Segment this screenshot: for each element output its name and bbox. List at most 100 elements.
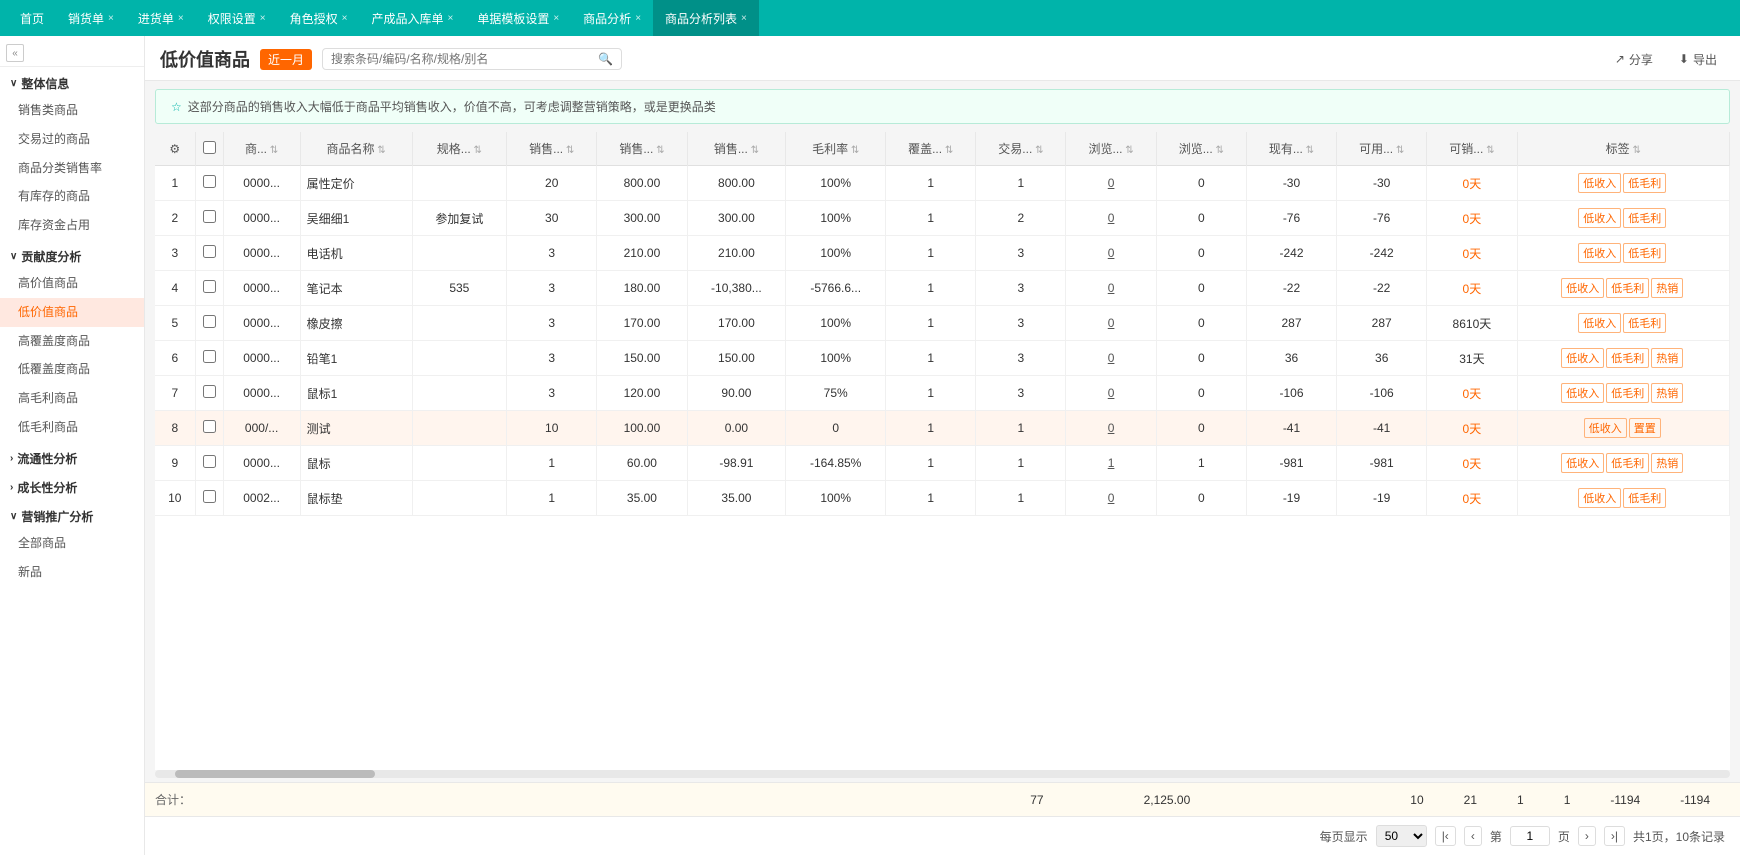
row-checkbox[interactable] xyxy=(203,280,216,293)
col-tags[interactable]: 标签 ⇅ xyxy=(1517,132,1730,166)
sort-icon-profit_rate[interactable]: ⇅ xyxy=(848,145,859,156)
sidebar-item-高覆盖度商品[interactable]: 高覆盖度商品 xyxy=(0,327,144,356)
next-page-btn[interactable]: › xyxy=(1578,826,1596,846)
browse-link[interactable]: 0 xyxy=(1108,386,1115,400)
sort-icon-coverage[interactable]: ⇅ xyxy=(942,145,953,156)
row-checkbox[interactable] xyxy=(203,455,216,468)
nav-close-icon[interactable]: × xyxy=(553,13,559,24)
col-sale_qty[interactable]: 销售... ⇅ xyxy=(507,132,597,166)
col-saleable[interactable]: 可销... ⇅ xyxy=(1427,132,1517,166)
col-trade[interactable]: 交易... ⇅ xyxy=(976,132,1066,166)
page-input[interactable] xyxy=(1510,826,1550,846)
footer-scroll-thumb[interactable] xyxy=(175,770,375,778)
sidebar-group-贡献度分析[interactable]: ∨贡献度分析 xyxy=(0,240,144,269)
browse-link[interactable]: 1 xyxy=(1108,456,1115,470)
col-profit_rate[interactable]: 毛利率 ⇅ xyxy=(786,132,886,166)
sort-icon-browse1[interactable]: ⇅ xyxy=(1123,145,1134,156)
nav-close-icon[interactable]: × xyxy=(741,13,747,24)
sort-icon-code[interactable]: ⇅ xyxy=(267,145,278,156)
nav-item-进货单[interactable]: 进货单 × xyxy=(126,0,196,36)
row-checkbox[interactable] xyxy=(203,490,216,503)
nav-close-icon[interactable]: × xyxy=(635,13,641,24)
per-page-select[interactable]: 50 100 xyxy=(1376,825,1427,847)
col-coverage[interactable]: 覆盖... ⇅ xyxy=(886,132,976,166)
sidebar-item-新品[interactable]: 新品 xyxy=(0,558,144,587)
sort-icon-tags[interactable]: ⇅ xyxy=(1630,145,1641,156)
browse-link[interactable]: 0 xyxy=(1108,421,1115,435)
sidebar-group-营销推广分析[interactable]: ∨营销推广分析 xyxy=(0,500,144,529)
row-checkbox[interactable] xyxy=(203,350,216,363)
search-input[interactable] xyxy=(331,52,594,66)
share-btn[interactable]: ↗ 分享 xyxy=(1607,47,1661,72)
row-checkbox[interactable] xyxy=(203,420,216,433)
nav-item-单据模板设置[interactable]: 单据模板设置 × xyxy=(465,0,571,36)
sidebar-item-低毛利商品[interactable]: 低毛利商品 xyxy=(0,413,144,442)
browse-link[interactable]: 0 xyxy=(1108,281,1115,295)
row-checkbox[interactable] xyxy=(203,245,216,258)
col-settings[interactable]: ⚙ xyxy=(155,132,195,166)
col-spec[interactable]: 规格... ⇅ xyxy=(412,132,507,166)
col-available[interactable]: 可用... ⇅ xyxy=(1337,132,1427,166)
sort-icon-available[interactable]: ⇅ xyxy=(1393,145,1404,156)
col-sale_amt[interactable]: 销售... ⇅ xyxy=(597,132,687,166)
first-page-btn[interactable]: |‹ xyxy=(1435,826,1456,846)
nav-close-icon[interactable]: × xyxy=(108,13,114,24)
col-sale_cost[interactable]: 销售... ⇅ xyxy=(687,132,786,166)
sort-icon-saleable[interactable]: ⇅ xyxy=(1483,145,1494,156)
nav-item-产成品入库单[interactable]: 产成品入库单 × xyxy=(359,0,465,36)
sort-icon-sale_amt[interactable]: ⇅ xyxy=(653,145,664,156)
browse-link[interactable]: 0 xyxy=(1108,211,1115,225)
search-box[interactable]: 🔍 xyxy=(322,48,622,70)
nav-item-商品分析列表[interactable]: 商品分析列表 × xyxy=(653,0,759,36)
browse-link[interactable]: 0 xyxy=(1108,316,1115,330)
sidebar-item-有库存的商品[interactable]: 有库存的商品 xyxy=(0,182,144,211)
sort-icon-current[interactable]: ⇅ xyxy=(1303,145,1314,156)
sidebar-item-低覆盖度商品[interactable]: 低覆盖度商品 xyxy=(0,355,144,384)
sort-icon-browse2[interactable]: ⇅ xyxy=(1213,145,1224,156)
sidebar-collapse-btn[interactable]: « xyxy=(6,44,24,62)
sort-icon-sale_cost[interactable]: ⇅ xyxy=(748,145,759,156)
filter-btn[interactable]: 近一月 xyxy=(260,49,312,70)
nav-close-icon[interactable]: × xyxy=(178,13,184,24)
sort-icon-sale_qty[interactable]: ⇅ xyxy=(563,145,574,156)
row-checkbox[interactable] xyxy=(203,315,216,328)
browse-link[interactable]: 0 xyxy=(1108,491,1115,505)
sort-icon-name[interactable]: ⇅ xyxy=(375,145,386,156)
nav-item-销货单[interactable]: 销货单 × xyxy=(56,0,126,36)
sidebar-item-高毛利商品[interactable]: 高毛利商品 xyxy=(0,384,144,413)
sidebar-item-低价值商品[interactable]: 低价值商品 xyxy=(0,298,144,327)
sort-icon-spec[interactable]: ⇅ xyxy=(471,145,482,156)
nav-item-商品分析[interactable]: 商品分析 × xyxy=(571,0,653,36)
col-browse1[interactable]: 浏览... ⇅ xyxy=(1066,132,1156,166)
nav-close-icon[interactable]: × xyxy=(260,13,266,24)
browse-link[interactable]: 0 xyxy=(1108,351,1115,365)
search-icon[interactable]: 🔍 xyxy=(598,52,613,66)
sidebar-item-高价值商品[interactable]: 高价值商品 xyxy=(0,269,144,298)
row-checkbox[interactable] xyxy=(203,175,216,188)
col-browse2[interactable]: 浏览... ⇅ xyxy=(1156,132,1246,166)
nav-close-icon[interactable]: × xyxy=(342,13,348,24)
sidebar-group-流通性分析[interactable]: ›流通性分析 xyxy=(0,442,144,471)
nav-close-icon[interactable]: × xyxy=(447,13,453,24)
row-checkbox[interactable] xyxy=(203,385,216,398)
footer-scroll[interactable] xyxy=(155,770,1730,778)
col-code[interactable]: 商... ⇅ xyxy=(223,132,300,166)
col-current[interactable]: 现有... ⇅ xyxy=(1246,132,1336,166)
col-checkbox[interactable] xyxy=(195,132,223,166)
sort-icon-trade[interactable]: ⇅ xyxy=(1032,145,1043,156)
export-btn[interactable]: ⬇ 导出 xyxy=(1671,47,1725,72)
row-checkbox[interactable] xyxy=(203,210,216,223)
browse-link[interactable]: 0 xyxy=(1108,176,1115,190)
sidebar-item-库存资金占用[interactable]: 库存资金占用 xyxy=(0,211,144,240)
sidebar-item-交易过的商品[interactable]: 交易过的商品 xyxy=(0,125,144,154)
nav-item-角色授权[interactable]: 角色授权 × xyxy=(278,0,360,36)
last-page-btn[interactable]: ›| xyxy=(1604,826,1625,846)
prev-page-btn[interactable]: ‹ xyxy=(1464,826,1482,846)
sidebar-item-商品分类销售率[interactable]: 商品分类销售率 xyxy=(0,154,144,183)
sidebar-group-整体信息[interactable]: ∨整体信息 xyxy=(0,67,144,96)
nav-item-权限设置[interactable]: 权限设置 × xyxy=(196,0,278,36)
sidebar-item-全部商品[interactable]: 全部商品 xyxy=(0,529,144,558)
sidebar-group-成长性分析[interactable]: ›成长性分析 xyxy=(0,471,144,500)
select-all-checkbox[interactable] xyxy=(203,141,216,154)
sidebar-item-销售类商品[interactable]: 销售类商品 xyxy=(0,96,144,125)
